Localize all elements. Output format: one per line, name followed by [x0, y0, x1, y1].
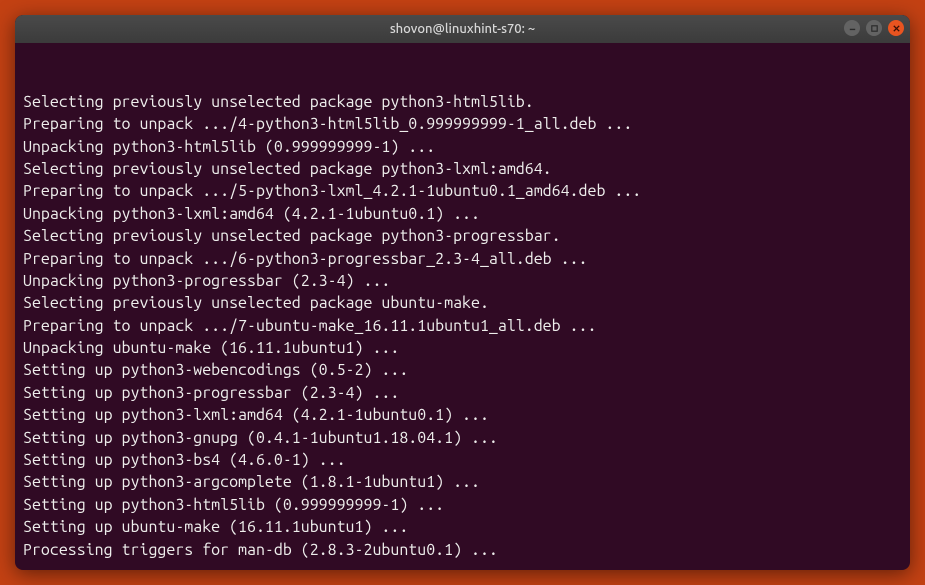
terminal-line: Setting up python3-gnupg (0.4.1-1ubuntu1… — [23, 427, 902, 449]
terminal-line: Unpacking ubuntu-make (16.11.1ubuntu1) .… — [23, 337, 902, 359]
window-title: shovon@linuxhint-s70: ~ — [390, 22, 535, 36]
terminal-line: Processing triggers for man-db (2.8.3-2u… — [23, 539, 902, 561]
terminal-line: Unpacking python3-progressbar (2.3-4) ..… — [23, 270, 902, 292]
terminal-line: Selecting previously unselected package … — [23, 225, 902, 247]
minimize-icon — [848, 24, 857, 33]
terminal-line: Unpacking python3-html5lib (0.999999999-… — [23, 136, 902, 158]
terminal-line: Unpacking python3-lxml:amd64 (4.2.1-1ubu… — [23, 203, 902, 225]
terminal-line: Setting up python3-progressbar (2.3-4) .… — [23, 382, 902, 404]
terminal-line: Selecting previously unselected package … — [23, 292, 902, 314]
minimize-button[interactable] — [844, 20, 860, 36]
terminal-window: shovon@linuxhint-s70: ~ Selecting previo… — [15, 15, 910, 570]
close-icon — [892, 24, 901, 33]
terminal-line: Setting up python3-bs4 (4.6.0-1) ... — [23, 449, 902, 471]
terminal-area[interactable]: Selecting previously unselected package … — [15, 43, 910, 570]
window-controls — [844, 20, 904, 36]
terminal-line: Preparing to unpack .../5-python3-lxml_4… — [23, 180, 902, 202]
terminal-line: Selecting previously unselected package … — [23, 91, 902, 113]
terminal-line: Preparing to unpack .../4-python3-html5l… — [23, 113, 902, 135]
titlebar: shovon@linuxhint-s70: ~ — [15, 15, 910, 43]
terminal-line: Preparing to unpack .../7-ubuntu-make_16… — [23, 315, 902, 337]
terminal-line: Selecting previously unselected package … — [23, 158, 902, 180]
maximize-icon — [870, 24, 879, 33]
terminal-line: Setting up python3-webencodings (0.5-2) … — [23, 359, 902, 381]
terminal-line: Setting up python3-lxml:amd64 (4.2.1-1ub… — [23, 404, 902, 426]
terminal-line: Preparing to unpack .../6-python3-progre… — [23, 248, 902, 270]
terminal-line: Setting up python3-argcomplete (1.8.1-1u… — [23, 471, 902, 493]
close-button[interactable] — [888, 20, 904, 36]
maximize-button[interactable] — [866, 20, 882, 36]
terminal-line: Setting up ubuntu-make (16.11.1ubuntu1) … — [23, 516, 902, 538]
terminal-line: Setting up python3-html5lib (0.999999999… — [23, 494, 902, 516]
terminal-output: Selecting previously unselected package … — [23, 91, 902, 561]
